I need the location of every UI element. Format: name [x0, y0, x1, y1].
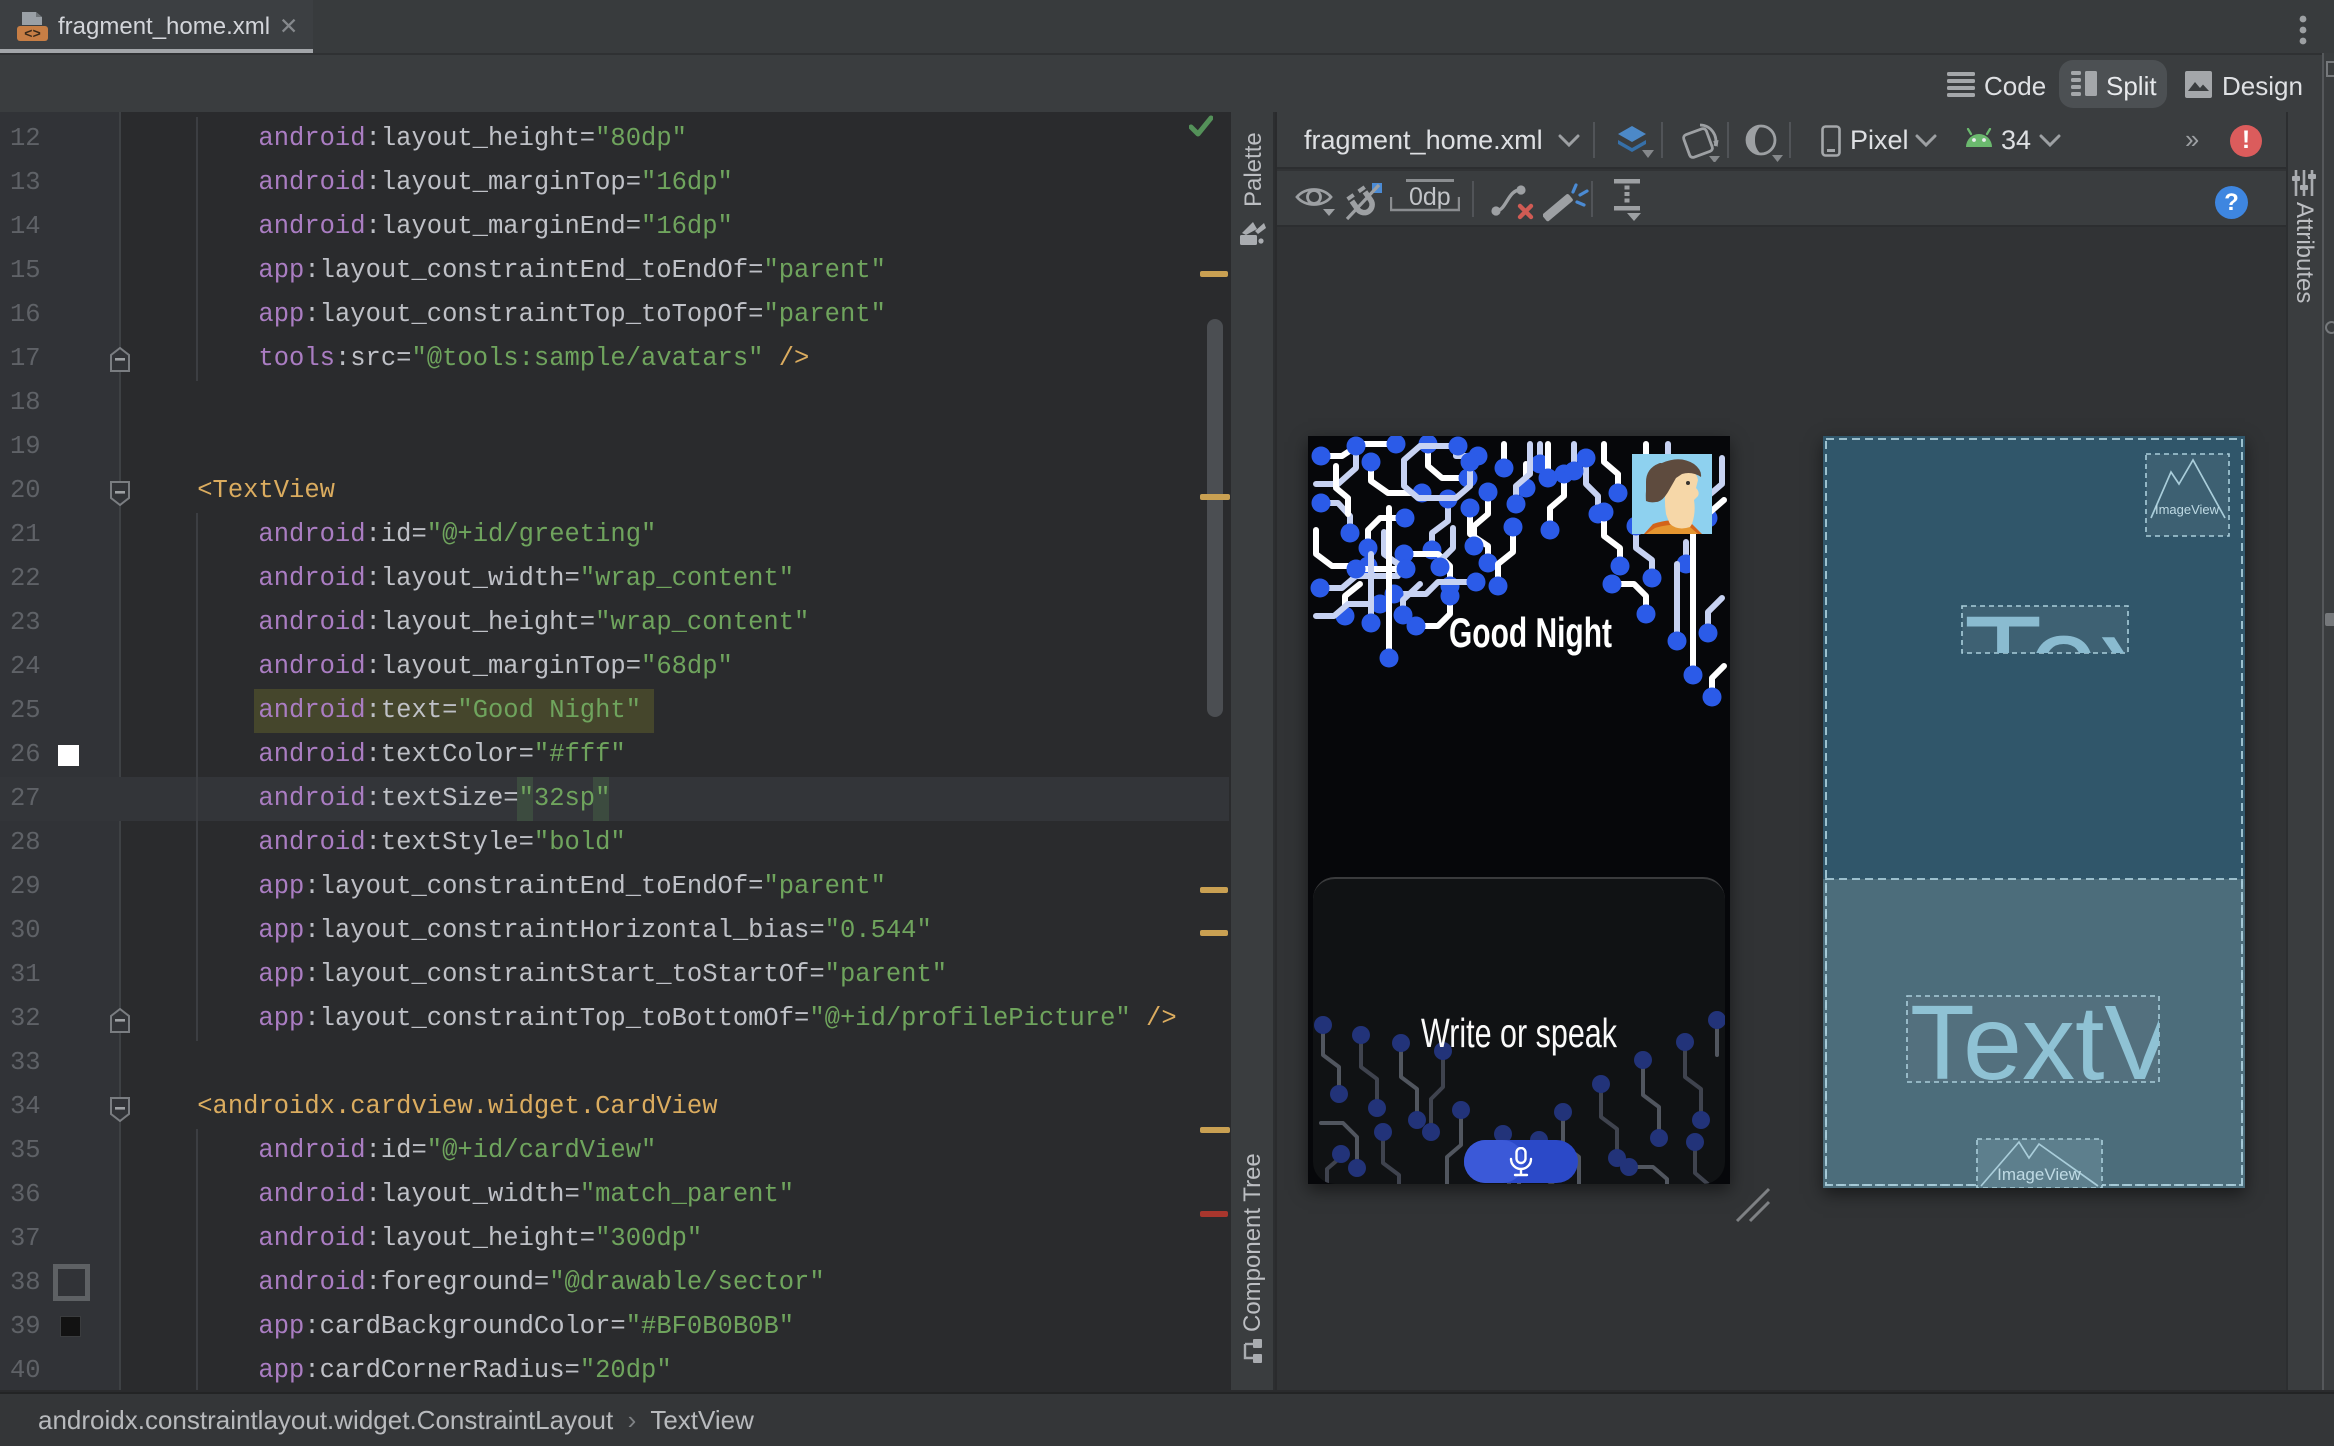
svg-text:Good Night: Good Night — [1449, 609, 1612, 656]
svg-text:Write or speak: Write or speak — [1421, 1010, 1617, 1056]
svg-text:<>: <> — [24, 27, 41, 42]
svg-text:ImageView: ImageView — [2155, 502, 2220, 517]
svg-text:Tex: Tex — [1964, 590, 2163, 733]
svg-text:ImageView: ImageView — [1997, 1165, 2082, 1184]
